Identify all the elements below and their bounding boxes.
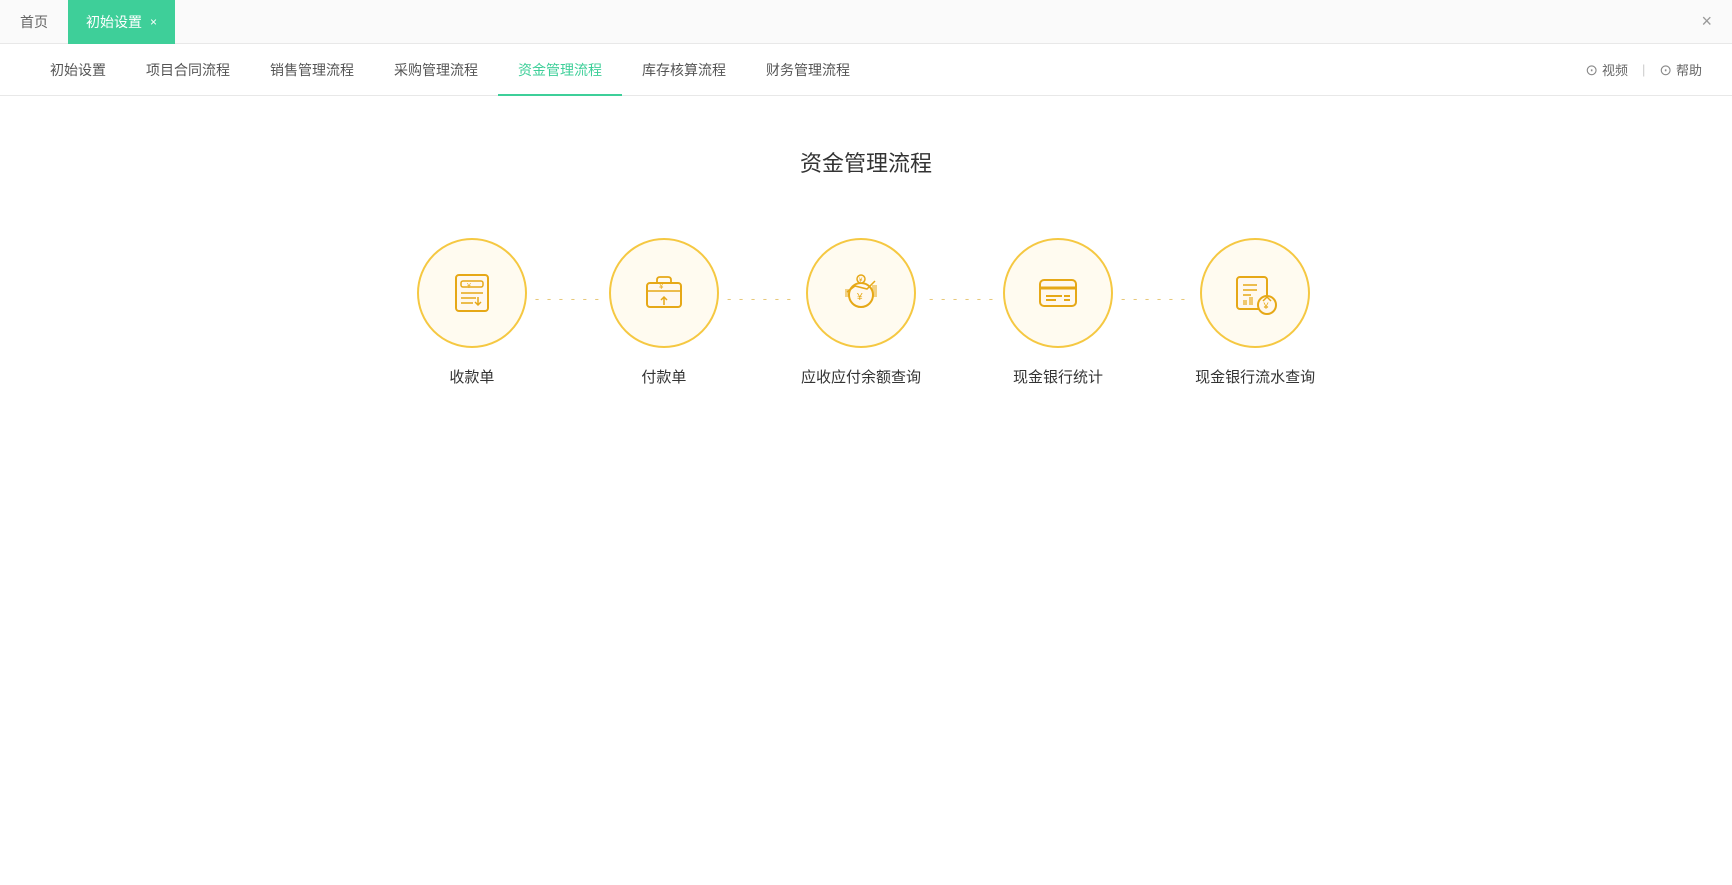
nav-item-project-contract[interactable]: 项目合同流程 bbox=[126, 44, 250, 96]
nav-item-inventory-calculation[interactable]: 库存核算流程 bbox=[622, 44, 746, 96]
flow-item-payment[interactable]: ¥ 付款单 bbox=[609, 238, 719, 387]
flow-arrow-3: - - - - - - bbox=[929, 291, 995, 306]
cashbank-icon bbox=[1032, 267, 1084, 319]
flow-circle-cashflow: ¥ bbox=[1200, 238, 1310, 348]
flow-circle-receipt: ¥ bbox=[417, 238, 527, 348]
nav-item-purchase-management[interactable]: 采购管理流程 bbox=[374, 44, 498, 96]
svg-text:¥: ¥ bbox=[467, 283, 471, 290]
flow-item-cashbank-stats[interactable]: 现金银行统计 bbox=[1003, 238, 1113, 387]
flow-arrow-1: - - - - - - bbox=[535, 291, 601, 306]
nav-item-initial-setup[interactable]: 初始设置 bbox=[30, 44, 126, 96]
video-help-button[interactable]: ⊙ 视频 bbox=[1585, 60, 1628, 79]
receivable-icon: ¥ ¥ bbox=[835, 267, 887, 319]
nav-divider: | bbox=[1642, 62, 1645, 77]
page-title: 资金管理流程 bbox=[800, 146, 932, 178]
cashflow-icon: ¥ bbox=[1229, 267, 1281, 319]
flow-circle-cashbank bbox=[1003, 238, 1113, 348]
help-label: 帮助 bbox=[1676, 60, 1702, 79]
payment-icon: ¥ bbox=[638, 267, 690, 319]
svg-text:¥: ¥ bbox=[658, 282, 664, 291]
flow-label-cashflow: 现金银行流水查询 bbox=[1195, 366, 1315, 387]
nav-item-sales-management[interactable]: 销售管理流程 bbox=[250, 44, 374, 96]
active-tab[interactable]: 初始设置 × bbox=[68, 0, 175, 44]
nav-item-financial-management[interactable]: 财务管理流程 bbox=[746, 44, 870, 96]
help-circle-icon: ⊙ bbox=[1659, 61, 1672, 79]
top-bar: 首页 初始设置 × × bbox=[0, 0, 1732, 44]
receipt-icon: ¥ bbox=[446, 267, 498, 319]
svg-text:¥: ¥ bbox=[856, 292, 863, 303]
tab-close-button[interactable]: × bbox=[150, 15, 157, 29]
video-circle-icon: ⊙ bbox=[1585, 61, 1598, 79]
flow-arrow-2: - - - - - - bbox=[727, 291, 793, 306]
flow-item-cashflow[interactable]: ¥ 现金银行流水查询 bbox=[1195, 238, 1315, 387]
help-button[interactable]: ⊙ 帮助 bbox=[1659, 60, 1702, 79]
main-content: 资金管理流程 ¥ 收款单 - - - - - - bbox=[0, 96, 1732, 387]
flow-item-receivable-query[interactable]: ¥ ¥ 应收应付余额查询 bbox=[801, 238, 921, 387]
flow-label-cashbank: 现金银行统计 bbox=[1013, 366, 1103, 387]
nav-right-section: ⊙ 视频 | ⊙ 帮助 bbox=[1585, 60, 1702, 79]
close-all-button[interactable]: × bbox=[1701, 11, 1712, 32]
flow-arrow-4: - - - - - - bbox=[1121, 291, 1187, 306]
close-all-icon: × bbox=[1701, 11, 1712, 32]
home-tab[interactable]: 首页 bbox=[0, 0, 68, 44]
nav-item-fund-management[interactable]: 资金管理流程 bbox=[498, 44, 622, 96]
active-tab-label: 初始设置 bbox=[86, 12, 142, 32]
video-label: 视频 bbox=[1602, 60, 1628, 79]
flow-label-receivable: 应收应付余额查询 bbox=[801, 366, 921, 387]
flow-item-receipt[interactable]: ¥ 收款单 bbox=[417, 238, 527, 387]
flow-container: ¥ 收款单 - - - - - - bbox=[417, 238, 1315, 387]
nav-bar: 初始设置 项目合同流程 销售管理流程 采购管理流程 资金管理流程 库存核算流程 … bbox=[0, 44, 1732, 96]
svg-text:¥: ¥ bbox=[1263, 301, 1270, 311]
flow-circle-receivable: ¥ ¥ bbox=[806, 238, 916, 348]
flow-circle-payment: ¥ bbox=[609, 238, 719, 348]
flow-label-payment: 付款单 bbox=[641, 366, 686, 387]
flow-label-receipt: 收款单 bbox=[449, 366, 494, 387]
